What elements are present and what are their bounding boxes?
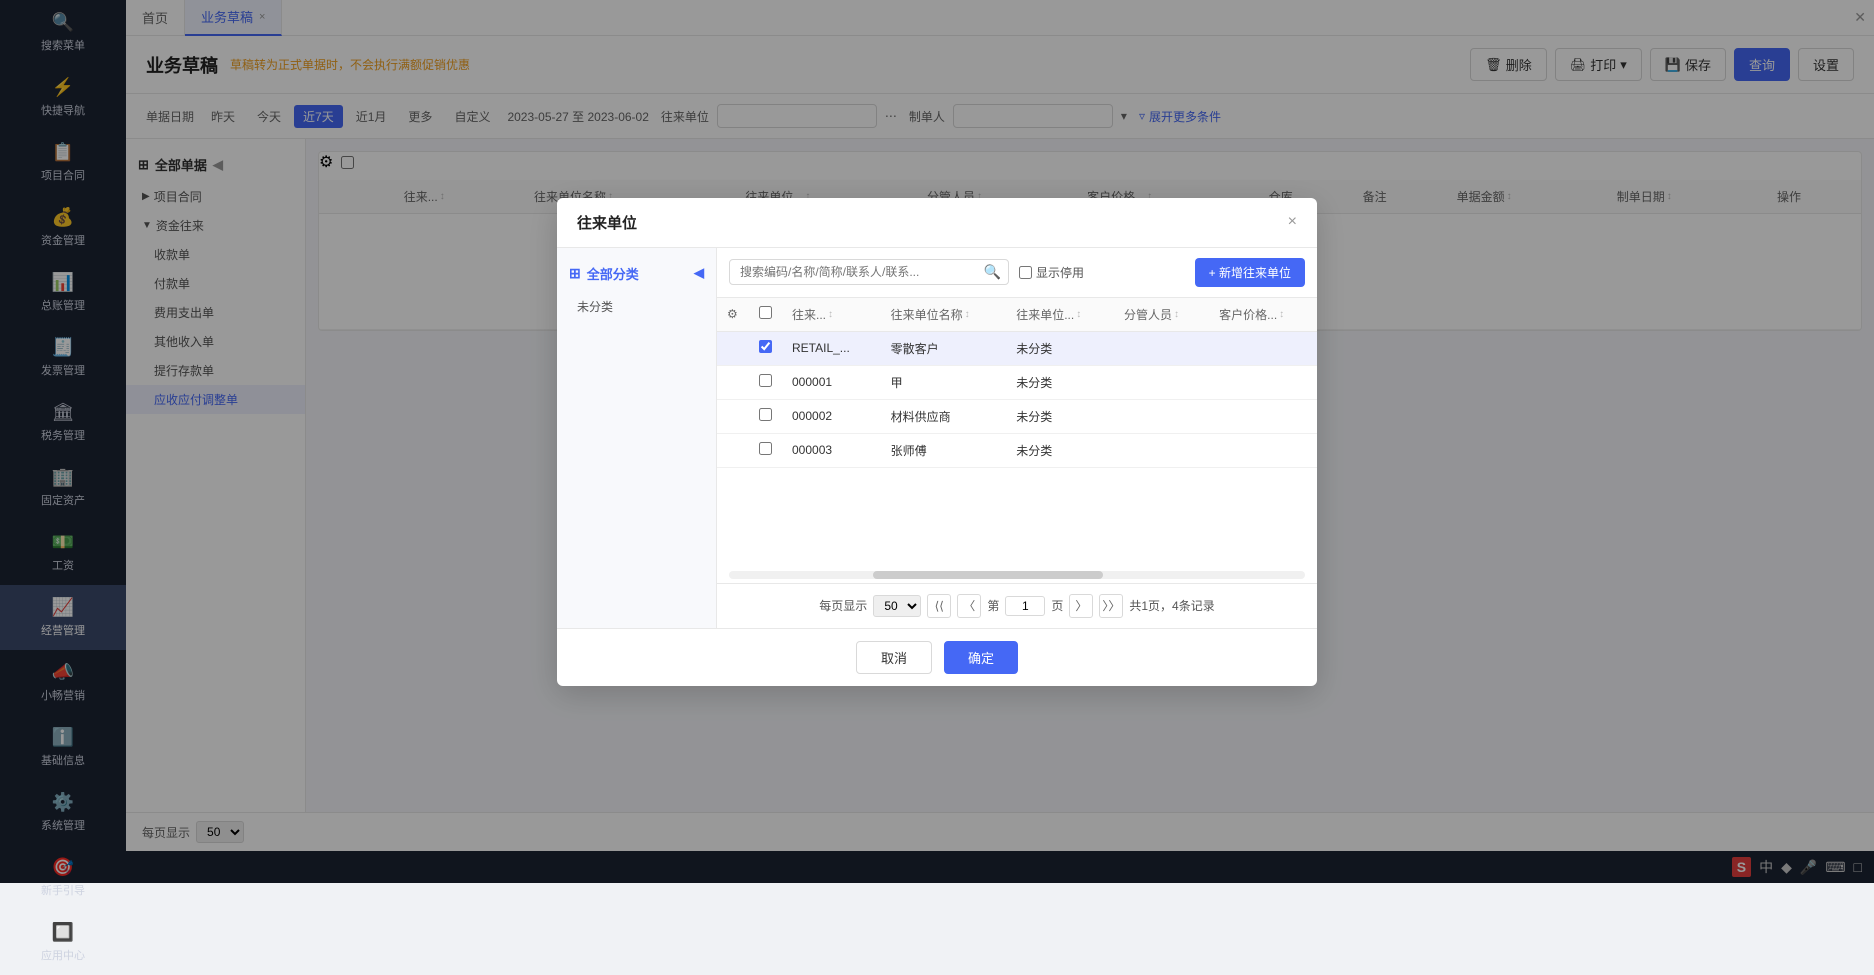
- row-code: 000001: [782, 365, 881, 399]
- modal-th-price-level[interactable]: 客户价格...↕: [1209, 298, 1317, 332]
- row-category: 未分类: [1006, 365, 1114, 399]
- row-name: 零散客户: [881, 331, 1007, 365]
- modal-left-panel: ⊞ 全部分类 ◀ 未分类: [557, 248, 717, 628]
- row-name: 材料供应商: [881, 399, 1007, 433]
- row-manager: [1114, 399, 1209, 433]
- modal-scrollbar[interactable]: [729, 571, 1305, 579]
- modal-th-category[interactable]: 往来单位...↕: [1006, 298, 1114, 332]
- row-settings: [717, 331, 749, 365]
- modal-table: ⚙ 往来...↕ 往来单位名称↕ 往来单位...↕ 分管人员↕ 客户价格...↕: [717, 298, 1317, 468]
- row-name: 甲: [881, 365, 1007, 399]
- collapse-left-icon[interactable]: ◀: [694, 265, 704, 281]
- row-checkbox[interactable]: [749, 433, 782, 467]
- row-manager: [1114, 331, 1209, 365]
- show-disabled-group: 显示停用: [1019, 264, 1084, 281]
- next-page-button[interactable]: 〉: [1069, 594, 1093, 618]
- row-price-level: [1209, 399, 1317, 433]
- modal-footer: 每页显示 50 ⟨⟨ 〈 第 页 〉 〉〉 共1页，4条记录: [717, 583, 1317, 628]
- pagination-bar: 每页显示 50 ⟨⟨ 〈 第 页 〉 〉〉 共1页，4条记录: [733, 594, 1301, 618]
- row-settings: [717, 399, 749, 433]
- modal-action-bar: 取消 确定: [557, 628, 1317, 686]
- modal-right-panel: 🔍 显示停用 + 新增往来单位 ⚙: [717, 248, 1317, 628]
- search-input-wrap: 🔍: [729, 259, 1009, 285]
- first-page-button[interactable]: ⟨⟨: [927, 594, 951, 618]
- row-code: 000003: [782, 433, 881, 467]
- confirm-button[interactable]: 确定: [944, 641, 1018, 674]
- modal-category-unclassified[interactable]: 未分类: [557, 291, 716, 322]
- modal-category-header[interactable]: ⊞ 全部分类 ◀: [557, 256, 716, 291]
- modal-header: 往来单位 ×: [557, 198, 1317, 248]
- row-price-level: [1209, 331, 1317, 365]
- last-page-button[interactable]: 〉〉: [1099, 594, 1123, 618]
- modal-search-input[interactable]: [729, 259, 1009, 285]
- modal-title: 往来单位: [577, 212, 637, 233]
- row-settings: [717, 433, 749, 467]
- sidebar-item-app-center[interactable]: 🔲 应用中心: [0, 910, 126, 975]
- modal-dialog: 往来单位 × ⊞ 全部分类 ◀ 未分类: [557, 198, 1317, 686]
- category-grid-icon: ⊞: [569, 265, 581, 282]
- modal-th-checkbox: [749, 298, 782, 332]
- row-checkbox[interactable]: [749, 365, 782, 399]
- row-checkbox[interactable]: [749, 399, 782, 433]
- modal-close-button[interactable]: ×: [1288, 213, 1297, 231]
- prev-page-button[interactable]: 〈: [957, 594, 981, 618]
- row-category: 未分类: [1006, 331, 1114, 365]
- row-price-level: [1209, 433, 1317, 467]
- modal-table-wrap: ⚙ 往来...↕ 往来单位名称↕ 往来单位...↕ 分管人员↕ 客户价格...↕: [717, 298, 1317, 567]
- row-settings: [717, 365, 749, 399]
- row-name: 张师傅: [881, 433, 1007, 467]
- row-category: 未分类: [1006, 433, 1114, 467]
- table-row[interactable]: 000003 张师傅 未分类: [717, 433, 1317, 467]
- modal-overlay: 往来单位 × ⊞ 全部分类 ◀ 未分类: [0, 0, 1874, 883]
- show-disabled-checkbox[interactable]: [1019, 266, 1032, 279]
- row-code: 000002: [782, 399, 881, 433]
- app-center-icon: 🔲: [52, 922, 74, 943]
- cancel-button[interactable]: 取消: [856, 641, 932, 674]
- row-manager: [1114, 365, 1209, 399]
- modal-th-settings: ⚙: [717, 298, 749, 332]
- row-manager: [1114, 433, 1209, 467]
- row-price-level: [1209, 365, 1317, 399]
- table-row[interactable]: RETAIL_... 零散客户 未分类: [717, 331, 1317, 365]
- table-row[interactable]: 000001 甲 未分类: [717, 365, 1317, 399]
- table-row[interactable]: 000002 材料供应商 未分类: [717, 399, 1317, 433]
- modal-th-name[interactable]: 往来单位名称↕: [881, 298, 1007, 332]
- modal-search-bar: 🔍 显示停用 + 新增往来单位: [717, 248, 1317, 298]
- row-category: 未分类: [1006, 399, 1114, 433]
- modal-th-code[interactable]: 往来...↕: [782, 298, 881, 332]
- search-icon: 🔍: [984, 264, 1001, 281]
- modal-body: ⊞ 全部分类 ◀ 未分类 🔍 显示停用: [557, 248, 1317, 628]
- page-number-input[interactable]: [1005, 596, 1045, 616]
- modal-select-all[interactable]: [759, 306, 772, 319]
- scrollbar-thumb[interactable]: [873, 571, 1103, 579]
- page-size-select[interactable]: 50: [873, 595, 921, 617]
- total-records: 共1页，4条记录: [1129, 597, 1214, 614]
- row-code: RETAIL_...: [782, 331, 881, 365]
- add-unit-button[interactable]: + 新增往来单位: [1195, 258, 1305, 287]
- row-checkbox[interactable]: [749, 331, 782, 365]
- modal-th-manager[interactable]: 分管人员↕: [1114, 298, 1209, 332]
